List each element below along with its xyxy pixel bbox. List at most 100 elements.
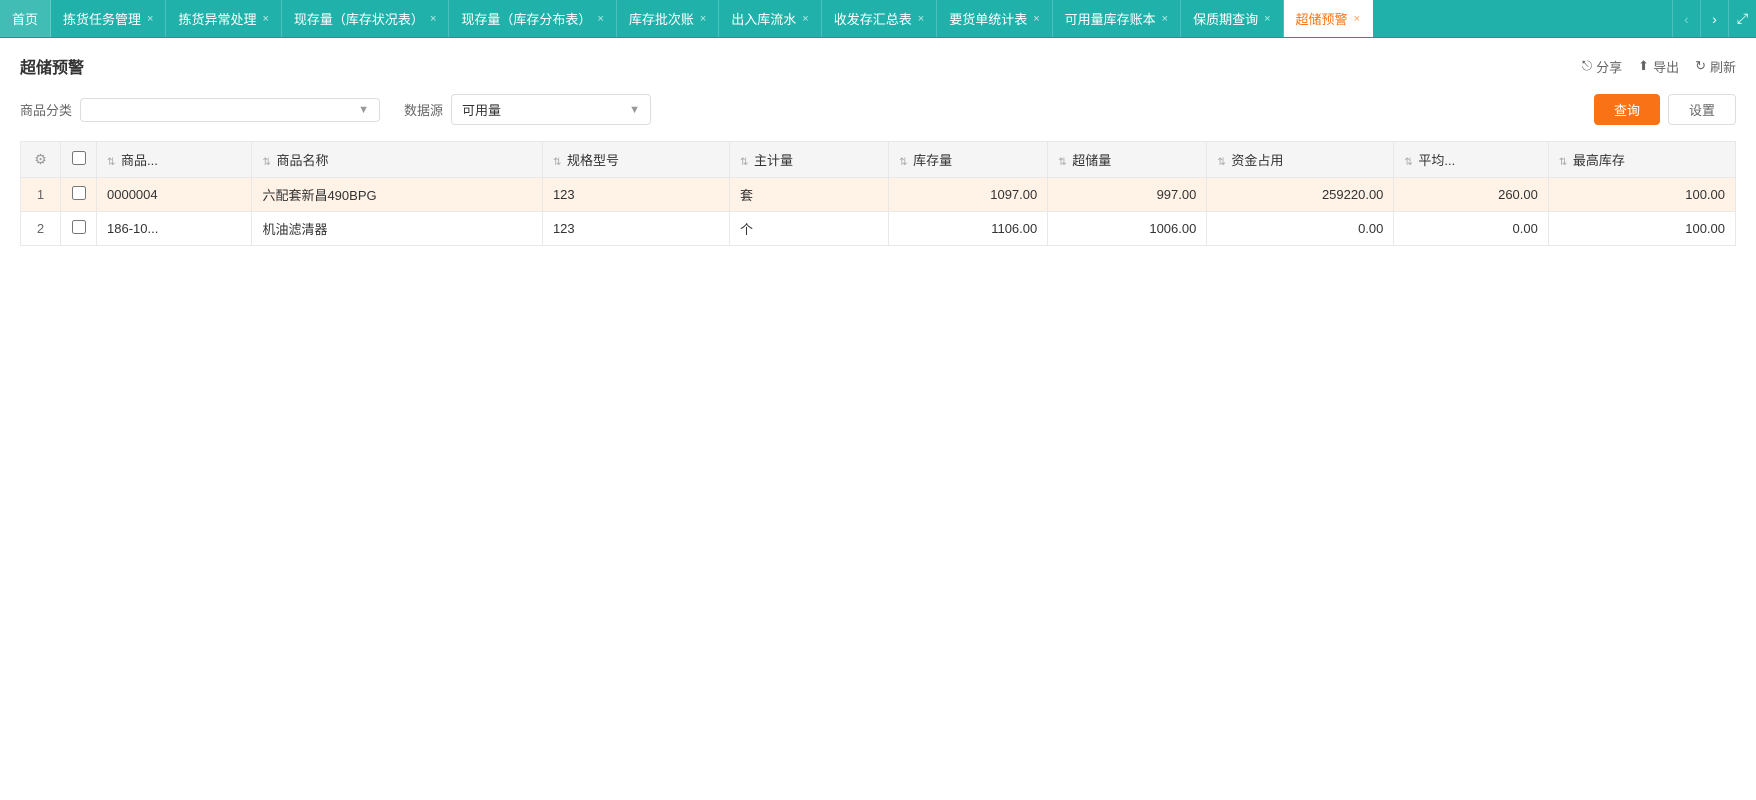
- close-available-stock[interactable]: ×: [1162, 13, 1168, 25]
- row-stock-1: 1106.00: [889, 212, 1048, 246]
- row-capital-0: 259220.00: [1207, 178, 1394, 212]
- category-filter: 商品分类 ▼: [20, 98, 380, 122]
- sort-spec-icon[interactable]: ⇅: [553, 157, 561, 168]
- th-unit: ⇅ 主计量: [730, 142, 889, 178]
- close-exception-handling[interactable]: ×: [262, 13, 268, 25]
- close-inventory-status[interactable]: ×: [430, 13, 436, 25]
- nav-home[interactable]: 首页: [0, 0, 51, 37]
- row-unit-0: 套: [730, 178, 889, 212]
- nav-quality-query[interactable]: 保质期查询 ×: [1181, 0, 1283, 37]
- page-container: 超储预警 ⎋ 分享 ⬆ 导出 ↻ 刷新 商品分类 ▼ 数据源: [0, 38, 1756, 800]
- nav-batch-account[interactable]: 库存批次账 ×: [617, 0, 719, 37]
- datasource-label: 数据源: [404, 100, 443, 119]
- row-overstock-1: 1006.00: [1048, 212, 1207, 246]
- row-maxstock-0: 100.00: [1548, 178, 1735, 212]
- share-action[interactable]: ⎋ 分享: [1582, 57, 1622, 76]
- datasource-filter: 数据源 可用量 ▼: [404, 94, 651, 125]
- close-receive-summary[interactable]: ×: [918, 13, 924, 25]
- nav-available-stock[interactable]: 可用量库存账本 ×: [1053, 0, 1181, 37]
- nav-expand-arrow[interactable]: ⤢: [1728, 0, 1756, 37]
- row-product-name-1: 机油滤清器: [252, 212, 543, 246]
- setting-button[interactable]: 设置: [1668, 94, 1736, 125]
- close-overstock-warning[interactable]: ×: [1354, 13, 1360, 25]
- page-actions: ⎋ 分享 ⬆ 导出 ↻ 刷新: [1582, 57, 1736, 76]
- nav-arrows: ‹ › ⤢: [1672, 0, 1756, 37]
- th-product-name: ⇅ 商品名称: [252, 142, 543, 178]
- row-avg-0: 260.00: [1394, 178, 1548, 212]
- row-capital-1: 0.00: [1207, 212, 1394, 246]
- row-num-0: 1: [21, 178, 61, 212]
- table-body: 1 0000004 六配套新昌490BPG 123 套 1097.00 997.…: [21, 178, 1736, 246]
- th-avg: ⇅ 平均...: [1394, 142, 1548, 178]
- row-spec-1: 123: [542, 212, 729, 246]
- nav-receive-summary[interactable]: 收发存汇总表 ×: [822, 0, 937, 37]
- row-checkbox-cell-0: [61, 178, 97, 212]
- filter-row: 商品分类 ▼ 数据源 可用量 ▼ 查询 设置: [20, 94, 1736, 125]
- row-unit-1: 个: [730, 212, 889, 246]
- nav-inventory-status[interactable]: 现存量（库存状况表） ×: [282, 0, 449, 37]
- export-icon: ⬆: [1638, 58, 1649, 74]
- query-button[interactable]: 查询: [1594, 94, 1660, 125]
- top-navigation: 首页 拣货任务管理 × 拣货异常处理 × 现存量（库存状况表） × 现存量（库存…: [0, 0, 1756, 38]
- th-stock: ⇅ 库存量: [889, 142, 1048, 178]
- row-stock-0: 1097.00: [889, 178, 1048, 212]
- sort-stock-icon[interactable]: ⇅: [899, 157, 907, 168]
- th-settings: ⚙: [21, 142, 61, 178]
- nav-next-arrow[interactable]: ›: [1700, 0, 1728, 37]
- sort-product-code-icon[interactable]: ⇅: [107, 157, 115, 168]
- th-max-stock: ⇅ 最高库存: [1548, 142, 1735, 178]
- close-inout-flow[interactable]: ×: [802, 13, 808, 25]
- row-avg-1: 0.00: [1394, 212, 1548, 246]
- page-header: 超储预警 ⎋ 分享 ⬆ 导出 ↻ 刷新: [20, 54, 1736, 78]
- nav-overstock-warning[interactable]: 超储预警 ×: [1284, 0, 1373, 37]
- close-order-stats[interactable]: ×: [1033, 13, 1039, 25]
- row-num-1: 2: [21, 212, 61, 246]
- export-action[interactable]: ⬆ 导出: [1638, 57, 1679, 76]
- row-product-name-0: 六配套新昌490BPG: [252, 178, 543, 212]
- select-all-checkbox[interactable]: [72, 151, 86, 165]
- table-settings-icon[interactable]: ⚙: [34, 151, 47, 167]
- nav-exception-handling[interactable]: 拣货异常处理 ×: [166, 0, 281, 37]
- row-maxstock-1: 100.00: [1548, 212, 1735, 246]
- th-checkbox: [61, 142, 97, 178]
- row-product-code-0: 0000004: [97, 178, 252, 212]
- row-overstock-0: 997.00: [1048, 178, 1207, 212]
- th-over-stock: ⇅ 超储量: [1048, 142, 1207, 178]
- datasource-select[interactable]: 可用量 ▼: [451, 94, 651, 125]
- close-inventory-distribution[interactable]: ×: [597, 13, 603, 25]
- refresh-icon: ↻: [1695, 58, 1706, 74]
- data-table: ⚙ ⇅ 商品... ⇅ 商品名称 ⇅ 规格型号 ⇅: [20, 141, 1736, 246]
- row-spec-0: 123: [542, 178, 729, 212]
- row-checkbox-cell-1: [61, 212, 97, 246]
- sort-unit-icon[interactable]: ⇅: [740, 157, 748, 168]
- category-label: 商品分类: [20, 100, 72, 119]
- table-row: 2 186-10... 机油滤清器 123 个 1106.00 1006.00 …: [21, 212, 1736, 246]
- row-checkbox-0[interactable]: [72, 186, 86, 200]
- th-product-code: ⇅ 商品...: [97, 142, 252, 178]
- th-spec: ⇅ 规格型号: [542, 142, 729, 178]
- nav-inout-flow[interactable]: 出入库流水 ×: [719, 0, 821, 37]
- close-batch-account[interactable]: ×: [700, 13, 706, 25]
- sort-maxstock-icon[interactable]: ⇅: [1559, 157, 1567, 168]
- share-icon: ⎋: [1582, 58, 1592, 74]
- page-title: 超储预警: [20, 54, 84, 78]
- nav-order-stats[interactable]: 要货单统计表 ×: [937, 0, 1052, 37]
- th-capital: ⇅ 资金占用: [1207, 142, 1394, 178]
- datasource-value: 可用量: [462, 100, 501, 119]
- close-quality-query[interactable]: ×: [1264, 13, 1270, 25]
- category-select[interactable]: ▼: [80, 98, 380, 122]
- nav-task-management[interactable]: 拣货任务管理 ×: [51, 0, 166, 37]
- nav-prev-arrow[interactable]: ‹: [1672, 0, 1700, 37]
- row-checkbox-1[interactable]: [72, 220, 86, 234]
- filter-actions: 查询 设置: [1594, 94, 1736, 125]
- refresh-action[interactable]: ↻ 刷新: [1695, 57, 1736, 76]
- close-task-management[interactable]: ×: [147, 13, 153, 25]
- row-product-code-1: 186-10...: [97, 212, 252, 246]
- sort-avg-icon[interactable]: ⇅: [1404, 157, 1412, 168]
- sort-capital-icon[interactable]: ⇅: [1217, 157, 1225, 168]
- table-header: ⚙ ⇅ 商品... ⇅ 商品名称 ⇅ 规格型号 ⇅: [21, 142, 1736, 178]
- nav-inventory-distribution[interactable]: 现存量（库存分布表） ×: [449, 0, 616, 37]
- sort-product-name-icon[interactable]: ⇅: [262, 157, 270, 168]
- sort-overstock-icon[interactable]: ⇅: [1058, 157, 1066, 168]
- datasource-chevron-icon: ▼: [629, 104, 640, 116]
